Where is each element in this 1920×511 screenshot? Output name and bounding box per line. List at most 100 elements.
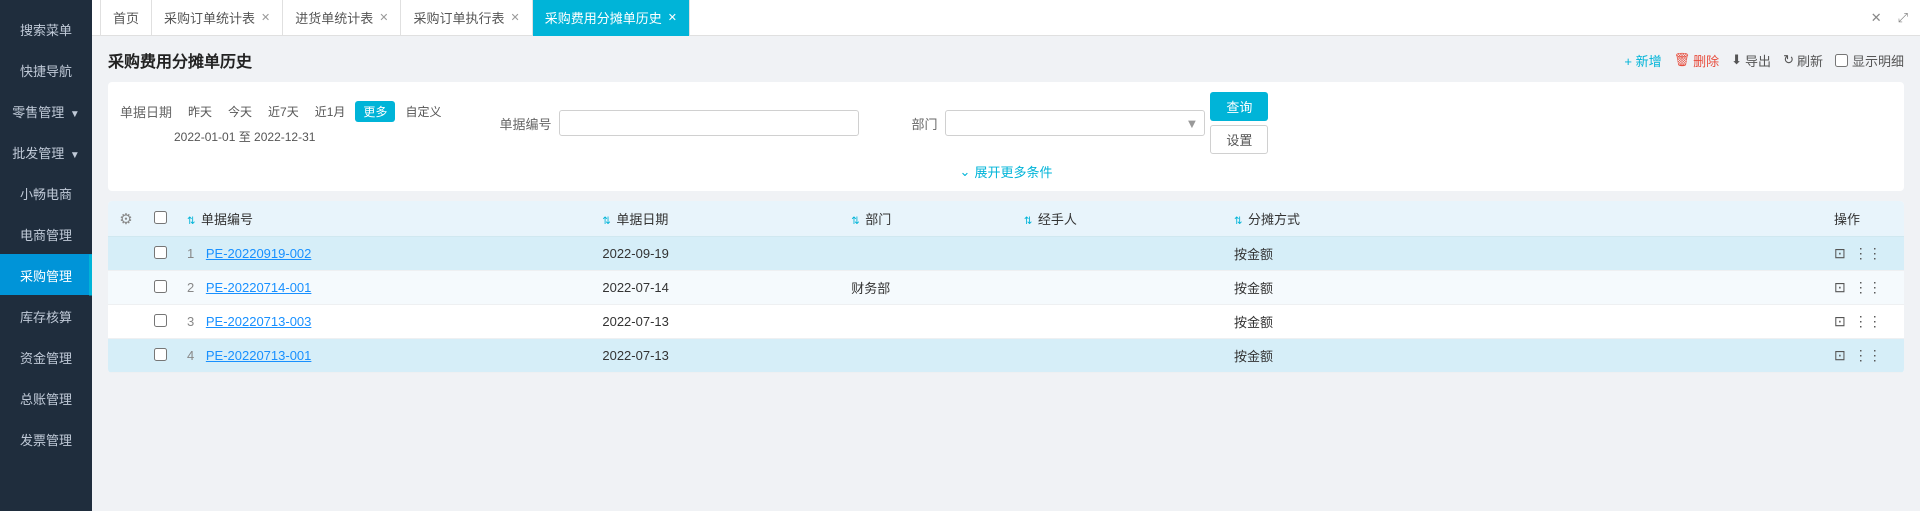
row-actions-0: ⊡ ⋮⋮ bbox=[1824, 237, 1904, 271]
doc-no-link-2[interactable]: PE-20220713-003 bbox=[206, 314, 312, 329]
edit-icon-2[interactable]: ⊡ bbox=[1834, 313, 1846, 330]
column-settings-icon[interactable]: ⚙ bbox=[119, 211, 132, 228]
row-dept-3 bbox=[841, 339, 1014, 373]
more-icon-2[interactable]: ⋮⋮ bbox=[1854, 313, 1882, 330]
tab-cost-history-close[interactable]: ✕ bbox=[668, 11, 677, 24]
row-handler-3 bbox=[1014, 339, 1224, 373]
refresh-button[interactable]: ↻ 刷新 bbox=[1783, 51, 1823, 70]
edit-icon-0[interactable]: ⊡ bbox=[1834, 245, 1846, 262]
sidebar-item-wholesale[interactable]: 批发管理 ▼ bbox=[0, 131, 92, 172]
tab-goods-stats[interactable]: 进货单统计表 ✕ bbox=[283, 0, 401, 36]
table-row: 2 PE-20220714-001 2022-07-14 财务部 按金额 ⊡ ⋮… bbox=[108, 271, 1904, 305]
sort-method-icon[interactable]: ⇅ bbox=[1234, 216, 1242, 227]
doc-no-input[interactable] bbox=[559, 110, 859, 136]
row-actions-2: ⊡ ⋮⋮ bbox=[1824, 305, 1904, 339]
table-header-row: ⚙ ⇅ 单据编号 ⇅ 单据日期 bbox=[108, 201, 1904, 237]
row-dept-0 bbox=[841, 237, 1014, 271]
row-handler-0 bbox=[1014, 237, 1224, 271]
row-doc-no-0: 1 PE-20220919-002 bbox=[177, 237, 592, 271]
row-settings-3 bbox=[108, 339, 144, 373]
sidebar-item-ecom[interactable]: 电商管理 bbox=[0, 213, 92, 254]
tab-actions: ✕ ⤢ bbox=[1867, 8, 1912, 28]
row-checkbox-input-2[interactable] bbox=[154, 314, 167, 327]
doc-no-link-3[interactable]: PE-20220713-001 bbox=[206, 348, 312, 363]
date-7days[interactable]: 近7天 bbox=[262, 101, 305, 122]
sidebar-item-invoice[interactable]: 发票管理 bbox=[0, 418, 92, 459]
select-all-checkbox[interactable] bbox=[154, 211, 167, 224]
col-doc-no: ⇅ 单据编号 bbox=[177, 201, 592, 237]
sort-doc-no-icon[interactable]: ⇅ bbox=[187, 216, 195, 227]
date-label: 单据日期 bbox=[120, 102, 172, 121]
close-tab-action[interactable]: ✕ bbox=[1867, 8, 1886, 28]
col-handler: ⇅ 经手人 bbox=[1014, 201, 1224, 237]
add-button[interactable]: + 新增 bbox=[1624, 51, 1661, 70]
setting-button[interactable]: 设置 bbox=[1210, 125, 1268, 154]
checkbox-col-header bbox=[144, 201, 177, 237]
row-handler-2 bbox=[1014, 305, 1224, 339]
show-detail-checkbox[interactable]: 显示明细 bbox=[1835, 51, 1904, 70]
edit-icon-3[interactable]: ⊡ bbox=[1834, 347, 1846, 364]
tab-purchase-order-stats-close[interactable]: ✕ bbox=[261, 11, 270, 24]
tab-goods-stats-close[interactable]: ✕ bbox=[379, 11, 388, 24]
sort-dept-icon[interactable]: ⇅ bbox=[851, 216, 859, 227]
sidebar-item-retail[interactable]: 零售管理 ▼ bbox=[0, 90, 92, 131]
sidebar-item-purchase[interactable]: 采购管理 bbox=[0, 254, 92, 295]
row-doc-no-2: 3 PE-20220713-003 bbox=[177, 305, 592, 339]
sidebar-item-search[interactable]: 搜索菜单 bbox=[0, 8, 92, 49]
date-1month[interactable]: 近1月 bbox=[309, 101, 352, 122]
row-doc-no-1: 2 PE-20220714-001 bbox=[177, 271, 592, 305]
more-icon-1[interactable]: ⋮⋮ bbox=[1854, 279, 1882, 296]
delete-button[interactable]: 🗑 删除 bbox=[1674, 51, 1720, 70]
row-checkbox-input-0[interactable] bbox=[154, 246, 167, 259]
row-checkbox-3 bbox=[144, 339, 177, 373]
sidebar-item-ecom-small[interactable]: 小畅电商 bbox=[0, 172, 92, 213]
row-actions-1: ⊡ ⋮⋮ bbox=[1824, 271, 1904, 305]
dept-dropdown-icon[interactable]: ▼ bbox=[1185, 116, 1198, 131]
row-checkbox-input-1[interactable] bbox=[154, 280, 167, 293]
sort-date-icon[interactable]: ⇅ bbox=[602, 216, 610, 227]
tab-purchase-order-stats[interactable]: 采购订单统计表 ✕ bbox=[152, 0, 283, 36]
expand-more[interactable]: ⌄ 展开更多条件 bbox=[120, 162, 1892, 181]
row-checkbox-0 bbox=[144, 237, 177, 271]
maximize-tab-action[interactable]: ⤢ bbox=[1894, 8, 1912, 28]
table-row: 3 PE-20220713-003 2022-07-13 按金额 ⊡ ⋮⋮ bbox=[108, 305, 1904, 339]
dept-input[interactable] bbox=[945, 110, 1205, 136]
tab-purchase-order-exec-close[interactable]: ✕ bbox=[511, 11, 520, 24]
query-button[interactable]: 查询 bbox=[1210, 92, 1268, 121]
more-icon-3[interactable]: ⋮⋮ bbox=[1854, 347, 1882, 364]
row-method-2: 按金额 bbox=[1224, 305, 1824, 339]
dept-label: 部门 bbox=[911, 114, 937, 133]
sidebar-item-ledger[interactable]: 总账管理 bbox=[0, 377, 92, 418]
more-icon-0[interactable]: ⋮⋮ bbox=[1854, 245, 1882, 262]
edit-icon-1[interactable]: ⊡ bbox=[1834, 279, 1846, 296]
settings-col-header: ⚙ bbox=[108, 201, 144, 237]
sidebar-item-finance[interactable]: 资金管理 bbox=[0, 336, 92, 377]
export-button[interactable]: ⬇ 导出 bbox=[1731, 51, 1771, 70]
row-date-2: 2022-07-13 bbox=[592, 305, 841, 339]
tab-purchase-order-exec-label: 采购订单执行表 bbox=[413, 8, 504, 27]
date-more[interactable]: 更多 bbox=[355, 101, 395, 122]
doc-no-link-0[interactable]: PE-20220919-002 bbox=[206, 246, 312, 261]
col-date: ⇅ 单据日期 bbox=[592, 201, 841, 237]
tab-bar: 首页 采购订单统计表 ✕ 进货单统计表 ✕ 采购订单执行表 ✕ 采购费用分摊单历… bbox=[92, 0, 1920, 36]
row-date-0: 2022-09-19 bbox=[592, 237, 841, 271]
row-method-1: 按金额 bbox=[1224, 271, 1824, 305]
date-yesterday[interactable]: 昨天 bbox=[182, 101, 218, 122]
date-today[interactable]: 今天 bbox=[222, 101, 258, 122]
tab-purchase-order-exec[interactable]: 采购订单执行表 ✕ bbox=[401, 0, 532, 36]
tab-home[interactable]: 首页 bbox=[100, 0, 152, 36]
row-settings-0 bbox=[108, 237, 144, 271]
page-header: 采购费用分摊单历史 + 新增 🗑 删除 ⬇ 导出 ↻ 刷新 bbox=[108, 48, 1904, 72]
row-date-3: 2022-07-13 bbox=[592, 339, 841, 373]
show-detail-input[interactable] bbox=[1835, 54, 1848, 67]
row-checkbox-input-3[interactable] bbox=[154, 348, 167, 361]
sidebar-label-retail: 零售管理 ▼ bbox=[4, 102, 88, 121]
date-custom[interactable]: 自定义 bbox=[399, 101, 447, 122]
refresh-icon: ↻ bbox=[1783, 52, 1794, 68]
expand-icon: ⌄ bbox=[960, 164, 971, 180]
sort-handler-icon[interactable]: ⇅ bbox=[1024, 216, 1032, 227]
sidebar-item-quicknav[interactable]: 快捷导航 bbox=[0, 49, 92, 90]
tab-cost-history[interactable]: 采购费用分摊单历史 ✕ bbox=[533, 0, 690, 36]
doc-no-link-1[interactable]: PE-20220714-001 bbox=[206, 280, 312, 295]
sidebar-item-inventory[interactable]: 库存核算 bbox=[0, 295, 92, 336]
